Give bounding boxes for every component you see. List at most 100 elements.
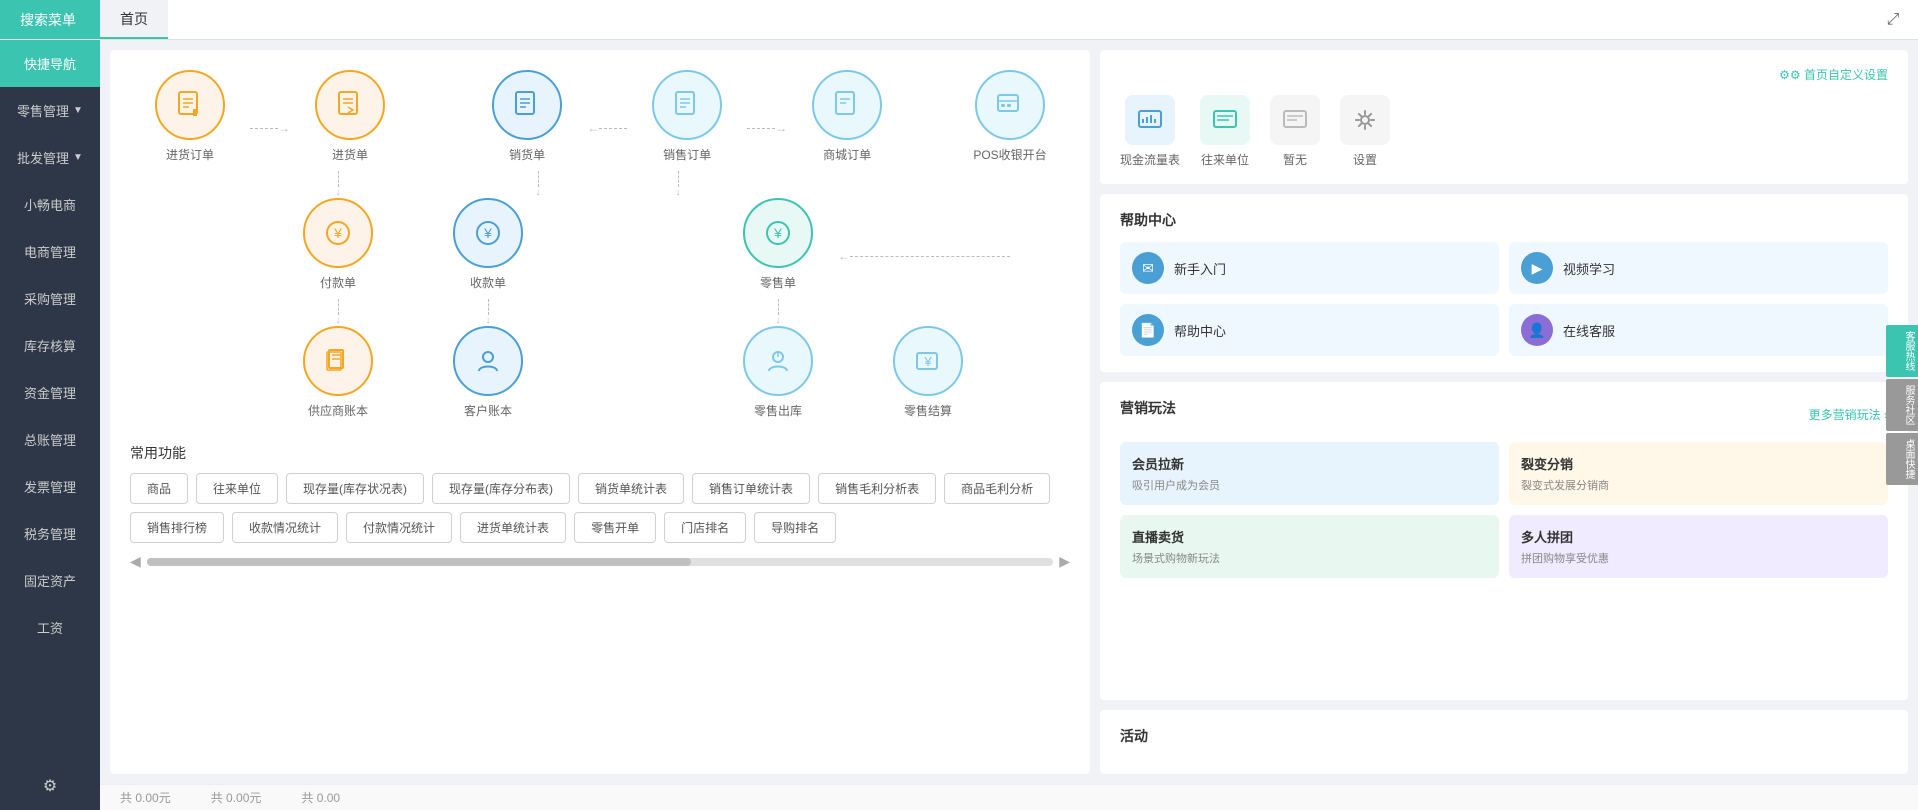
quick-nav-icons: 现金流量表 往来单位 暂无	[1120, 95, 1888, 168]
float-btn-service[interactable]: 客服热线	[1886, 325, 1918, 377]
scrollbar-thumb[interactable]	[147, 558, 691, 566]
sidebar-item-invoice[interactable]: 发票管理	[0, 463, 100, 510]
sidebar-item-fixed-assets[interactable]: 固定资产	[0, 557, 100, 604]
cf-btn-1[interactable]: 往来单位	[196, 473, 278, 504]
horizontal-scrollbar[interactable]: ◀ ▶	[130, 553, 1070, 570]
video-icon: ▶	[1521, 252, 1553, 284]
marketing-item-group[interactable]: 多人拼团 拼团购物享受优惠	[1509, 515, 1888, 578]
customize-settings[interactable]: ⚙ ⚙ 首页自定义设置	[1120, 66, 1888, 83]
nav-icon-none[interactable]: 暂无	[1270, 95, 1320, 168]
cf-btn-6[interactable]: 销售毛利分析表	[818, 473, 936, 504]
scroll-right-icon[interactable]: ▶	[1059, 553, 1070, 570]
bottom-stat-2: 共 0.00	[301, 789, 340, 806]
wf-node-lingshougj[interactable]: ¥ 零售结算	[868, 326, 988, 419]
cf-btn-10[interactable]: 付款情况统计	[346, 512, 452, 543]
wf-circle-gongyingshang	[303, 326, 373, 396]
nav-icon-cashflow[interactable]: 现金流量表	[1120, 95, 1180, 168]
wf-node-fukuandan[interactable]: ¥ 付款单	[278, 198, 398, 291]
help-item-video[interactable]: ▶ 视频学习	[1509, 242, 1888, 294]
float-buttons: 客服热线 服务社区 桌面快捷	[1886, 325, 1918, 485]
wf-circle-kehuzb	[453, 326, 523, 396]
wf-node-jinhuo[interactable]: 进货单	[290, 70, 410, 163]
sidebar-item-tax[interactable]: 税务管理	[0, 510, 100, 557]
sidebar-item-retail[interactable]: 零售管理 ▼	[0, 87, 100, 134]
search-menu[interactable]: 搜索菜单	[0, 0, 100, 39]
wf-node-lingshoudian[interactable]: ¥ 零售单	[718, 198, 838, 291]
onlineservice-icon: 👤	[1521, 314, 1553, 346]
wf-circle-shangchengdingdan	[812, 70, 882, 140]
quick-nav-section: ⚙ ⚙ 首页自定义设置 现金流量表	[1100, 50, 1908, 184]
wf-node-pos[interactable]: POS收银开台	[950, 70, 1070, 163]
sidebar-item-ledger[interactable]: 总账管理	[0, 416, 100, 463]
activity-section: 活动	[1100, 710, 1908, 774]
cf-btn-9[interactable]: 收款情况统计	[232, 512, 338, 543]
wf-circle-lingshougj: ¥	[893, 326, 963, 396]
wf-circle-fukuandan: ¥	[303, 198, 373, 268]
marketing-item-member[interactable]: 会员拉新 吸引用户成为会员	[1120, 442, 1499, 505]
cf-btn-7[interactable]: 商品毛利分析	[944, 473, 1050, 504]
wf-circle-lingshouchuku	[743, 326, 813, 396]
cf-btn-12[interactable]: 零售开单	[574, 512, 656, 543]
nav-icon-partner[interactable]: 往来单位	[1200, 95, 1250, 168]
nav-icon-settings[interactable]: 设置	[1340, 95, 1390, 168]
chevron-down-icon: ▼	[73, 152, 83, 163]
help-item-onlineservice[interactable]: 👤 在线客服	[1509, 304, 1888, 356]
sidebar-item-salary[interactable]: 工资	[0, 604, 100, 651]
beginner-icon: ✉	[1132, 252, 1164, 284]
marketing-item-live[interactable]: 直播卖货 场景式购物新玩法	[1120, 515, 1499, 578]
wf-circle-xiaoshoudingdan	[652, 70, 722, 140]
tab-home[interactable]: 首页	[100, 0, 168, 39]
help-item-beginner[interactable]: ✉ 新手入门	[1120, 242, 1499, 294]
common-functions-title: 常用功能	[130, 443, 1070, 463]
wf-circle-xiaohuo	[492, 70, 562, 140]
sidebar-item-wholesale[interactable]: 批发管理 ▼	[0, 134, 100, 181]
wf-node-gongyingshang[interactable]: 供应商账本	[278, 326, 398, 419]
sidebar-item-finance[interactable]: 资金管理	[0, 369, 100, 416]
sidebar-item-quicknav[interactable]: 快捷导航	[0, 40, 100, 87]
scroll-left-icon[interactable]: ◀	[130, 553, 141, 570]
cf-btn-2[interactable]: 现存量(库存状况表)	[286, 473, 424, 504]
cf-btn-8[interactable]: 销售排行榜	[130, 512, 224, 543]
scrollbar-track[interactable]	[147, 558, 1053, 566]
svg-text:¥: ¥	[333, 225, 342, 241]
wf-node-shangchengdingdan[interactable]: 商城订单	[787, 70, 907, 163]
bottom-bar: 共 0.00元 共 0.00元 共 0.00	[100, 784, 1918, 810]
float-btn-desktop[interactable]: 桌面快捷	[1886, 433, 1918, 485]
workflow-panel: 进货订单 → 进货单	[110, 50, 1090, 774]
main-layout: 快捷导航 零售管理 ▼ 批发管理 ▼ 小畅电商 电商管理 采购管理 库存核算 资…	[0, 40, 1918, 810]
fullscreen-button[interactable]: ⤢	[1878, 5, 1908, 35]
wf-node-kehuzb[interactable]: 客户账本	[428, 326, 548, 419]
marketing-title: 营销玩法	[1120, 398, 1176, 418]
cf-btn-3[interactable]: 现存量(库存分布表)	[432, 473, 570, 504]
marketing-item-viral[interactable]: 裂变分销 裂变式发展分销商	[1509, 442, 1888, 505]
marketing-section: 营销玩法 更多营销玩法 › 会员拉新 吸引用户成为会员 裂变分销 裂变式发展分销…	[1100, 382, 1908, 700]
more-marketing-link[interactable]: 更多营销玩法 ›	[1809, 406, 1888, 423]
wf-node-jinhuodd[interactable]: 进货订单	[130, 70, 250, 163]
helpcenter-icon: 📄	[1132, 314, 1164, 346]
common-functions: 常用功能 商品 往来单位 现存量(库存状况表) 现存量(库存分布表) 销货单统计…	[130, 443, 1070, 543]
settings-gear-icon[interactable]: ⚙	[0, 762, 100, 810]
cf-btn-0[interactable]: 商品	[130, 473, 188, 504]
cf-btn-5[interactable]: 销售订单统计表	[692, 473, 810, 504]
float-btn-community[interactable]: 服务社区	[1886, 379, 1918, 431]
wf-node-xiaohuo[interactable]: 销货单	[467, 70, 587, 163]
chevron-down-icon: ▼	[73, 105, 83, 116]
cf-btn-11[interactable]: 进货单统计表	[460, 512, 566, 543]
bottom-stat-0: 共 0.00元	[120, 789, 171, 806]
cf-btn-4[interactable]: 销货单统计表	[578, 473, 684, 504]
sidebar-item-purchase[interactable]: 采购管理	[0, 275, 100, 322]
none-icon	[1270, 95, 1320, 145]
help-center-section: 帮助中心 ✉ 新手入门 ▶ 视频学习 📄 帮助中心	[1100, 194, 1908, 372]
cf-btn-14[interactable]: 导购排名	[754, 512, 836, 543]
wf-node-lingshouchuku[interactable]: 零售出库	[718, 326, 838, 419]
help-item-helpcenter[interactable]: 📄 帮助中心	[1120, 304, 1499, 356]
wf-node-xiaoshoudingdan[interactable]: 销售订单	[627, 70, 747, 163]
partner-icon	[1200, 95, 1250, 145]
wf-node-shoukuandan[interactable]: ¥ 收款单	[428, 198, 548, 291]
common-functions-grid: 商品 往来单位 现存量(库存状况表) 现存量(库存分布表) 销货单统计表 销售订…	[130, 473, 1070, 543]
sidebar-item-ecommerce-mgmt[interactable]: 电商管理	[0, 228, 100, 275]
sidebar-item-ecommerce-small[interactable]: 小畅电商	[0, 181, 100, 228]
wf-circle-shoukuandan: ¥	[453, 198, 523, 268]
cf-btn-13[interactable]: 门店排名	[664, 512, 746, 543]
sidebar-item-inventory[interactable]: 库存核算	[0, 322, 100, 369]
